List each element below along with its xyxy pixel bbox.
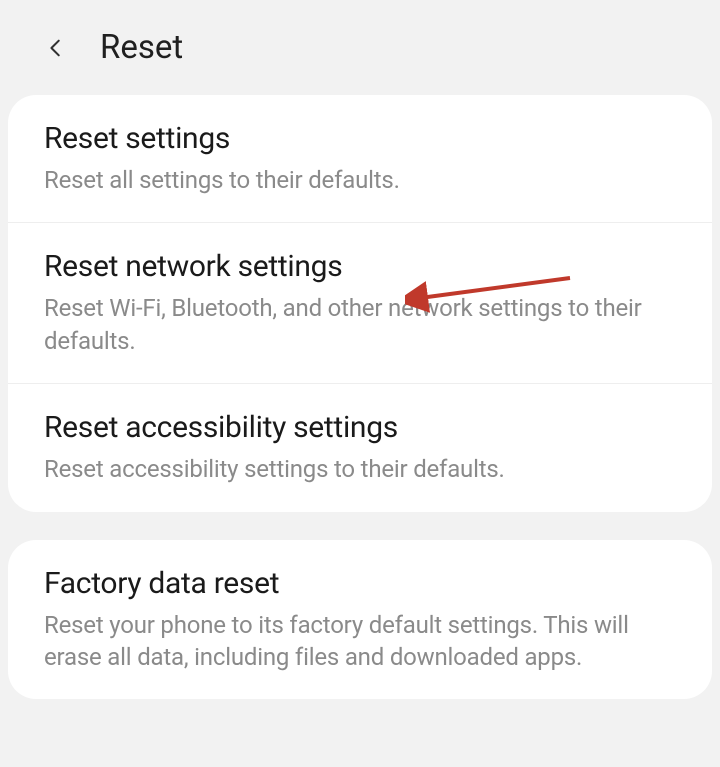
header: Reset: [0, 0, 720, 95]
reset-network-settings-item[interactable]: Reset network settings Reset Wi-Fi, Blue…: [8, 223, 712, 384]
factory-reset-card: Factory data reset Reset your phone to i…: [8, 540, 712, 700]
item-title: Reset network settings: [44, 249, 676, 284]
item-title: Reset settings: [44, 121, 676, 156]
reset-settings-item[interactable]: Reset settings Reset all settings to the…: [8, 95, 712, 223]
page-title: Reset: [100, 28, 183, 67]
back-icon[interactable]: [42, 34, 70, 62]
item-title: Reset accessibility settings: [44, 410, 676, 445]
reset-options-card: Reset settings Reset all settings to the…: [8, 95, 712, 512]
item-description: Reset accessibility settings to their de…: [44, 453, 676, 485]
item-description: Reset Wi-Fi, Bluetooth, and other networ…: [44, 292, 676, 357]
reset-accessibility-settings-item[interactable]: Reset accessibility settings Reset acces…: [8, 384, 712, 511]
item-title: Factory data reset: [44, 566, 676, 601]
factory-data-reset-item[interactable]: Factory data reset Reset your phone to i…: [8, 540, 712, 700]
item-description: Reset all settings to their defaults.: [44, 164, 676, 196]
item-description: Reset your phone to its factory default …: [44, 609, 676, 674]
